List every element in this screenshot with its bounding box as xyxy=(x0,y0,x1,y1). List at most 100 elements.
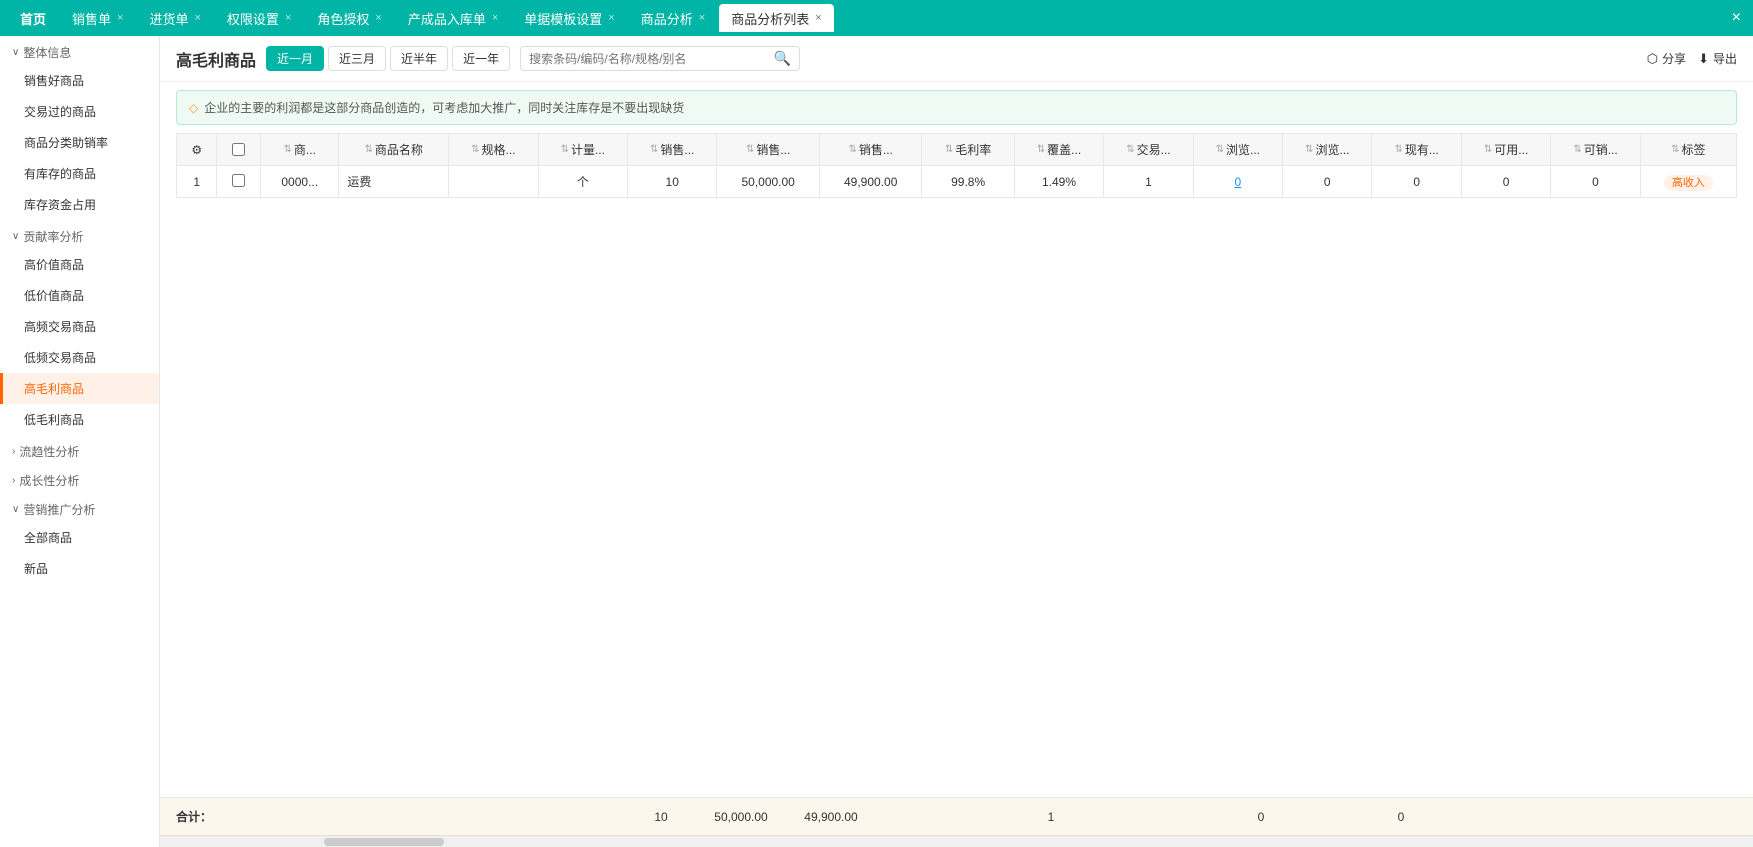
nav-tab-close[interactable]: × xyxy=(608,12,614,24)
nav-tab-product-analysis-list[interactable]: 商品分析列表× xyxy=(719,4,833,32)
nav-tab-close[interactable]: × xyxy=(492,12,498,24)
col-header-sale-qty[interactable]: ⇅ 销售... xyxy=(627,134,716,166)
col-header-gross-rate[interactable]: ⇅ 毛利率 xyxy=(922,134,1014,166)
col-header-code[interactable]: ⇅ 商... xyxy=(261,134,339,166)
info-banner: ◇ 企业的主要的利润都是这部分商品创造的，可考虑加大推广，同时关注库存是不要出现… xyxy=(176,90,1737,125)
sort-icon: ⇅ xyxy=(1037,144,1045,155)
nav-tab-close[interactable]: × xyxy=(117,12,123,24)
arrow-icon: ∨ xyxy=(12,47,19,58)
col-header-sale-profit[interactable]: ⇅ 销售... xyxy=(819,134,922,166)
content-header: 高毛利商品 近一月近三月近半年近一年 🔍 ⬡ 分享 ⬇ 导出 xyxy=(160,36,1753,82)
sidebar-item-high-freq[interactable]: 高频交易商品 xyxy=(0,311,159,342)
col-header-view1[interactable]: ⇅ 浏览... xyxy=(1193,134,1282,166)
nav-tab-close[interactable]: × xyxy=(375,12,381,24)
sort-icon: ⇅ xyxy=(1394,144,1402,155)
col-header-spec[interactable]: ⇅ 规格... xyxy=(449,134,538,166)
sidebar-item-stock-capital[interactable]: 库存资金占用 xyxy=(0,189,159,220)
nav-tab-close[interactable]: × xyxy=(194,12,200,24)
nav-close-all[interactable]: × xyxy=(1728,5,1745,31)
col-header-stock-now[interactable]: ⇅ 现有... xyxy=(1372,134,1461,166)
sidebar-item-in-stock[interactable]: 有库存的商品 xyxy=(0,158,159,189)
col-label-view2: 浏览... xyxy=(1315,141,1349,158)
cell-spec xyxy=(449,166,538,198)
date-filter-btn-2[interactable]: 近半年 xyxy=(390,46,448,71)
date-filter-btn-3[interactable]: 近一年 xyxy=(452,46,510,71)
cell-sale-profit: 49,900.00 xyxy=(819,166,922,198)
nav-tab-label: 产成品入库单 xyxy=(408,9,486,28)
sidebar-item-high-value[interactable]: 高价值商品 xyxy=(0,249,159,280)
sidebar-item-high-margin[interactable]: 高毛利商品 xyxy=(0,373,159,404)
col-header-view2[interactable]: ⇅ 浏览... xyxy=(1283,134,1372,166)
nav-tab-role-permission[interactable]: 角色授权× xyxy=(305,4,393,32)
settings-icon[interactable]: ⚙ xyxy=(191,143,202,157)
sidebar-collapse-btn[interactable]: « xyxy=(159,424,160,460)
col-header-check[interactable] xyxy=(217,134,261,166)
sidebar-item-low-margin[interactable]: 低毛利商品 xyxy=(0,404,159,435)
share-icon: ⬡ xyxy=(1647,51,1658,67)
date-filter-btn-0[interactable]: 近一月 xyxy=(266,46,324,71)
scroll-thumb[interactable] xyxy=(324,838,444,846)
nav-tab-product-analysis[interactable]: 商品分析× xyxy=(629,4,717,32)
col-header-name[interactable]: ⇅ 商品名称 xyxy=(339,134,449,166)
date-filter-group: 近一月近三月近半年近一年 xyxy=(266,46,510,71)
search-icon: 🔍 xyxy=(774,50,791,67)
col-header-stock-sell[interactable]: ⇅ 可销... xyxy=(1551,134,1640,166)
nav-tab-permission-settings[interactable]: 权限设置× xyxy=(215,4,303,32)
nav-tab-order-template[interactable]: 单据模板设置 × xyxy=(512,4,626,32)
sort-icon: ⇅ xyxy=(650,144,658,155)
sidebar-item-traded[interactable]: 交易过的商品 xyxy=(0,96,159,127)
nav-tab-label: 首页 xyxy=(20,9,46,28)
nav-tab-close[interactable]: × xyxy=(815,12,821,24)
col-header-stock-avail[interactable]: ⇅ 可用... xyxy=(1461,134,1550,166)
nav-tab-close[interactable]: × xyxy=(285,12,291,24)
footer-stock-sell: 0 xyxy=(1366,810,1436,824)
col-header-sale-amt[interactable]: ⇅ 销售... xyxy=(717,134,820,166)
col-header-tag[interactable]: ⇅ 标签 xyxy=(1640,134,1736,166)
sidebar-item-all-products[interactable]: 全部商品 xyxy=(0,522,159,553)
content-area: 高毛利商品 近一月近三月近半年近一年 🔍 ⬡ 分享 ⬇ 导出 ◇ 企业的主要的利… xyxy=(160,36,1753,847)
sort-icon: ⇅ xyxy=(945,144,953,155)
sidebar-group-growth-analysis[interactable]: ›成长性分析 xyxy=(0,464,159,493)
nav-tab-product-entry[interactable]: 产成品入库单 × xyxy=(396,4,510,32)
col-header-trade[interactable]: ⇅ 交易... xyxy=(1104,134,1193,166)
nav-tab-purchase-order[interactable]: 进货单× xyxy=(137,4,212,32)
export-button[interactable]: ⬇ 导出 xyxy=(1698,50,1737,67)
horizontal-scrollbar[interactable] xyxy=(160,835,1753,847)
cell-unit: 个 xyxy=(538,166,627,198)
col-label-tag: 标签 xyxy=(1682,141,1706,158)
sidebar-group-marketing-analysis[interactable]: ∨营销推广分析 xyxy=(0,493,159,522)
table-row: 10000...运费个1050,000.0049,900.0099.8%1.49… xyxy=(177,166,1737,198)
footer-sale-profit: 49,900.00 xyxy=(786,810,876,824)
footer-stock-now: 0 xyxy=(1226,810,1296,824)
row-checkbox[interactable] xyxy=(232,174,245,187)
nav-tab-label: 单据模板设置 xyxy=(524,9,602,28)
sidebar-group-label: 整体信息 xyxy=(23,44,71,61)
nav-tab-sales-order[interactable]: 销售单× xyxy=(60,4,135,32)
cell-trade: 1 xyxy=(1104,166,1193,198)
header-actions: ⬡ 分享 ⬇ 导出 xyxy=(1647,50,1737,67)
sidebar-group-overall-info[interactable]: ∨ 整体信息 xyxy=(0,36,159,65)
search-input[interactable] xyxy=(529,52,770,66)
cell-num: 1 xyxy=(177,166,217,198)
cell-view1: 0 xyxy=(1193,166,1282,198)
sidebar-item-low-value[interactable]: 低价值商品 xyxy=(0,280,159,311)
sort-icon: ⇅ xyxy=(746,144,754,155)
export-icon: ⬇ xyxy=(1698,51,1709,67)
col-header-cover[interactable]: ⇅ 覆盖... xyxy=(1014,134,1103,166)
share-button[interactable]: ⬡ 分享 xyxy=(1647,50,1686,67)
select-all-checkbox[interactable] xyxy=(232,143,245,156)
sidebar-item-low-freq[interactable]: 低频交易商品 xyxy=(0,342,159,373)
nav-tab-close[interactable]: × xyxy=(699,12,705,24)
date-filter-btn-1[interactable]: 近三月 xyxy=(328,46,386,71)
sidebar-item-hot-selling[interactable]: 销售好商品 xyxy=(0,65,159,96)
col-header-num[interactable]: ⚙ xyxy=(177,134,217,166)
sidebar-item-new-products[interactable]: 新品 xyxy=(0,553,159,584)
col-header-unit[interactable]: ⇅ 计量... xyxy=(538,134,627,166)
data-table: ⚙⇅ 商...⇅ 商品名称⇅ 规格...⇅ 计量...⇅ 销售...⇅ 销售..… xyxy=(176,133,1737,198)
sidebar-group-profit-analysis[interactable]: ∨贡献率分析 xyxy=(0,220,159,249)
sidebar-item-product-assist-rate[interactable]: 商品分类助销率 xyxy=(0,127,159,158)
nav-tab-home[interactable]: 首页 xyxy=(8,4,58,32)
view-link[interactable]: 0 xyxy=(1234,175,1241,189)
sidebar-group-trend-analysis[interactable]: ›流趋性分析 xyxy=(0,435,159,464)
col-label-stock-sell: 可销... xyxy=(1584,141,1618,158)
